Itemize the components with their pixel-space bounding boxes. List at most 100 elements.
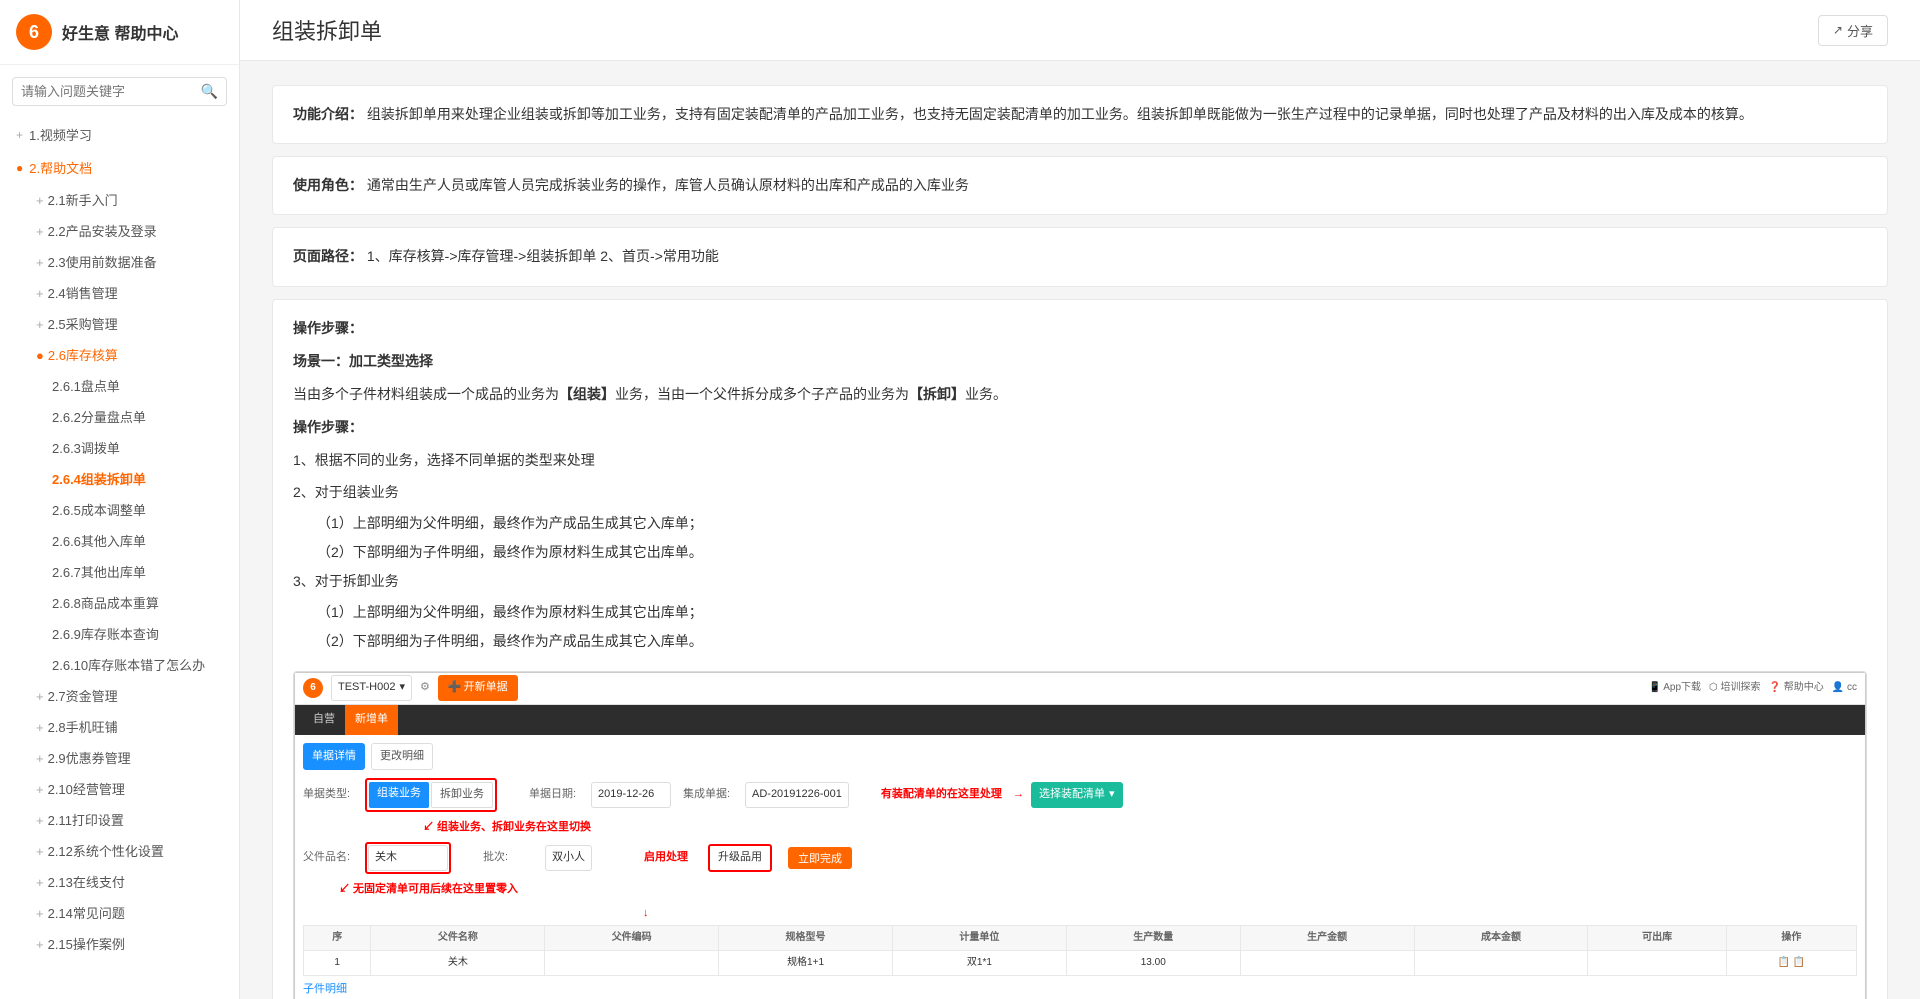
parent-item-box: 关木 — [365, 842, 451, 874]
sidebar-item-inother[interactable]: 2.6.6其他入库单 — [0, 525, 239, 556]
sidebar-item-stocktake[interactable]: 2.6.1盘点单 — [0, 370, 239, 401]
form-row1: 单据类型: 组装业务 拆卸业务 单据日期: 2019-12-26 — [303, 778, 1857, 812]
annotation2-text: ↙ 组装业务、拆卸业务在这里切换 — [423, 818, 591, 838]
sidebar-item-docs[interactable]: ● 2.帮助文档 — [0, 151, 239, 184]
main-area: 组装拆卸单 ↗ 分享 功能介绍： 组装拆卸单用来处理企业组装或拆卸等加工业务，支… — [240, 0, 1920, 999]
search-input[interactable] — [21, 84, 201, 99]
step3-sub1: （1）上部明细为父件明细，最终作为原材料生成其它出库单； — [317, 600, 1867, 625]
func-intro-card: 功能介绍： 组装拆卸单用来处理企业组装或拆卸等加工业务，支持有固定装配清单的产品… — [272, 85, 1888, 144]
logo-icon: 6 — [16, 14, 52, 50]
sidebar-item-print[interactable]: +2.11打印设置 — [0, 804, 239, 835]
sidebar-item-install[interactable]: +2.2产品安装及登录 — [0, 215, 239, 246]
annotation4-area: ↙ 无固定清单可用后续在这里置零入 — [339, 880, 1857, 900]
expand-icon: + — [16, 128, 23, 142]
app-content-area: 单据详情 更改明细 单据类型: 组装业务 拆 — [295, 735, 1865, 999]
step2-sub2: （2）下部明细为子件明细，最终作为原材料生成其它出库单。 — [317, 540, 1867, 565]
docno-field: AD-20191226-001 — [745, 782, 849, 808]
search-box[interactable]: 🔍 — [12, 77, 227, 106]
app-nav: 自营 新增单 — [295, 705, 1865, 735]
screenshot-wrapper: 6 TEST-H002 ▾ ⚙ ➕ 开新单据 📱 App下载 ⬡ 培训探索 — [293, 671, 1867, 999]
app-screenshot: 6 TEST-H002 ▾ ⚙ ➕ 开新单据 📱 App下载 ⬡ 培训探索 — [294, 672, 1866, 999]
btn-edit: 更改明细 — [371, 743, 433, 771]
path-text: 1、库存核算->库存管理->组装拆卸单 2、首页->常用功能 — [367, 248, 719, 264]
nav-home: 自营 — [303, 705, 345, 735]
sidebar-item-purchase[interactable]: +2.5采购管理 — [0, 308, 239, 339]
share-button[interactable]: ↗ 分享 — [1818, 15, 1888, 46]
type-disassembly: 拆卸业务 — [431, 782, 493, 808]
topbar-right: 📱 App下载 ⬡ 培训探索 ❓ 帮助中心 👤 cc — [1649, 679, 1857, 697]
ops-steps-label: 操作步骤： — [293, 415, 1867, 440]
sidebar-item-finance[interactable]: +2.7资金管理 — [0, 680, 239, 711]
form-row2: 父件品名: 关木 批次: 双小人 启用处理 — [303, 842, 1857, 874]
sidebar-item-costcalc[interactable]: 2.6.8商品成本重算 — [0, 587, 239, 618]
annotation4-text: ↙ 无固定清单可用后续在这里置零入 — [339, 883, 518, 895]
parent-table: 序 父件名称 父件编码 规格型号 计量单位 生产数量 生产金额 成本金额 可出库 — [303, 925, 1857, 976]
sidebar-item-sales[interactable]: +2.4销售管理 — [0, 277, 239, 308]
confirm-btn: 立即完成 — [788, 847, 852, 869]
role-text: 通常由生产人员或库管人员完成拆装业务的操作，库管人员确认原材料的出库和产成品的入… — [367, 177, 969, 193]
sidebar-item-assembly[interactable]: 2.6.4组装拆卸单 — [0, 463, 239, 494]
sidebar-item-portion[interactable]: 2.6.2分量盘点单 — [0, 401, 239, 432]
role-label: 使用角色： — [293, 177, 363, 193]
nav-assembly: 新增单 — [345, 705, 398, 735]
share-icon: ↗ — [1833, 23, 1843, 37]
sidebar-item-stockcheck[interactable]: 2.6.9库存账本查询 — [0, 618, 239, 649]
sub-table-header-label: 子件明细 — [303, 980, 1857, 999]
sidebar-item-cases[interactable]: +2.15操作案例 — [0, 928, 239, 959]
content-area: 功能介绍： 组装拆卸单用来处理企业组装或拆卸等加工业务，支持有固定装配清单的产品… — [240, 61, 1920, 999]
app-logo: 6 — [303, 678, 323, 698]
path-label: 页面路径： — [293, 248, 363, 264]
sidebar-item-faq[interactable]: +2.14常见问题 — [0, 897, 239, 928]
search-icon[interactable]: 🔍 — [201, 83, 218, 100]
ops-label: 操作步骤： — [293, 316, 1867, 341]
sidebar-item-inventory[interactable]: ●2.6库存核算 — [0, 339, 239, 370]
step3: 3、对于拆卸业务 — [293, 569, 1867, 594]
date-field: 2019-12-26 — [591, 782, 671, 808]
annotation1-text: 有装配清单的在这里处理 — [881, 788, 1002, 800]
sidebar-item-ops[interactable]: +2.10经营管理 — [0, 773, 239, 804]
annotation2-area: ↙ 组装业务、拆卸业务在这里切换 — [423, 818, 1857, 838]
new-bill-btn: ➕ 开新单据 — [438, 675, 518, 701]
sidebar-item-customize[interactable]: +2.12系统个性化设置 — [0, 835, 239, 866]
type-selector: 组装业务 拆卸业务 — [365, 778, 497, 812]
parent-item-input: 关木 — [368, 845, 448, 871]
sidebar-item-costadj[interactable]: 2.6.5成本调整单 — [0, 494, 239, 525]
annotation3-arrow: ↓ — [643, 904, 1857, 924]
sidebar-header: 6 好生意 帮助中心 — [0, 0, 239, 65]
func-intro-label: 功能介绍： — [293, 106, 363, 122]
type-assembly: 组装业务 — [369, 782, 429, 808]
sidebar: 6 好生意 帮助中心 🔍 + 1.视频学习 ● 2.帮助文档 +2.1新手入门 … — [0, 0, 240, 999]
step2-sub1: （1）上部明细为父件明细，最终作为产成品生成其它入库单； — [317, 511, 1867, 536]
path-card: 页面路径： 1、库存核算->库存管理->组装拆卸单 2、首页->常用功能 — [272, 227, 1888, 286]
sidebar-item-outother[interactable]: 2.6.7其他出库单 — [0, 556, 239, 587]
sidebar-item-mobile[interactable]: +2.8手机旺铺 — [0, 711, 239, 742]
scene1-label: 场景一：加工类型选择 — [293, 349, 1867, 374]
btn-view: 单据详情 — [303, 743, 365, 771]
func-intro-text: 组装拆卸单用来处理企业组装或拆卸等加工业务，支持有固定装配清单的产品加工业务，也… — [367, 106, 1753, 122]
app-toolbar: 单据详情 更改明细 — [303, 743, 1857, 771]
scene1-desc: 当由多个子件材料组装成一个成品的业务为【组装】业务，当由一个父件拆分成多个子产品… — [293, 382, 1867, 407]
site-title: 好生意 帮助中心 — [62, 20, 178, 44]
role-card: 使用角色： 通常由生产人员或库管人员完成拆装业务的操作，库管人员确认原材料的出库… — [272, 156, 1888, 215]
steps-container: 1、根据不同的业务，选择不同单据的类型来处理 2、对于组装业务 （1）上部明细为… — [293, 448, 1867, 654]
annotation3-area: 启用处理 — [644, 848, 688, 868]
batch-input: 双小人 — [545, 845, 592, 871]
enable-input: 升级品用 — [708, 844, 772, 872]
choose-bom-btn: 选择装配清单 ▾ — [1031, 782, 1123, 808]
bom-annotation-area: 有装配清单的在这里处理 → 选择装配清单 ▾ — [881, 782, 1123, 808]
sidebar-item-adjust[interactable]: 2.6.3调拨单 — [0, 432, 239, 463]
sidebar-item-newbie[interactable]: +2.1新手入门 — [0, 184, 239, 215]
sidebar-item-data[interactable]: +2.3使用前数据准备 — [0, 246, 239, 277]
step2: 2、对于组装业务 — [293, 480, 1867, 505]
sidebar-item-videos[interactable]: + 1.视频学习 — [0, 118, 239, 151]
step3-sub2: （2）下部明细为子件明细，最终作为产成品生成其它入库单。 — [317, 629, 1867, 654]
annotation3-text: 启用处理 — [644, 848, 688, 868]
app-topbar: 6 TEST-H002 ▾ ⚙ ➕ 开新单据 📱 App下载 ⬡ 培训探索 — [295, 673, 1865, 705]
step1: 1、根据不同的业务，选择不同单据的类型来处理 — [293, 448, 1867, 473]
ops-card: 操作步骤： 场景一：加工类型选择 当由多个子件材料组装成一个成品的业务为【组装】… — [272, 299, 1888, 999]
page-title: 组装拆卸单 — [272, 14, 382, 46]
sidebar-item-coupon[interactable]: +2.9优惠券管理 — [0, 742, 239, 773]
parent-row-1: 1 关木 规格1+1 双1*1 13.00 📋 📋 — [304, 951, 1857, 976]
sidebar-item-payment[interactable]: +2.13在线支付 — [0, 866, 239, 897]
sidebar-item-accountfix[interactable]: 2.6.10库存账本错了怎么办 — [0, 649, 239, 680]
